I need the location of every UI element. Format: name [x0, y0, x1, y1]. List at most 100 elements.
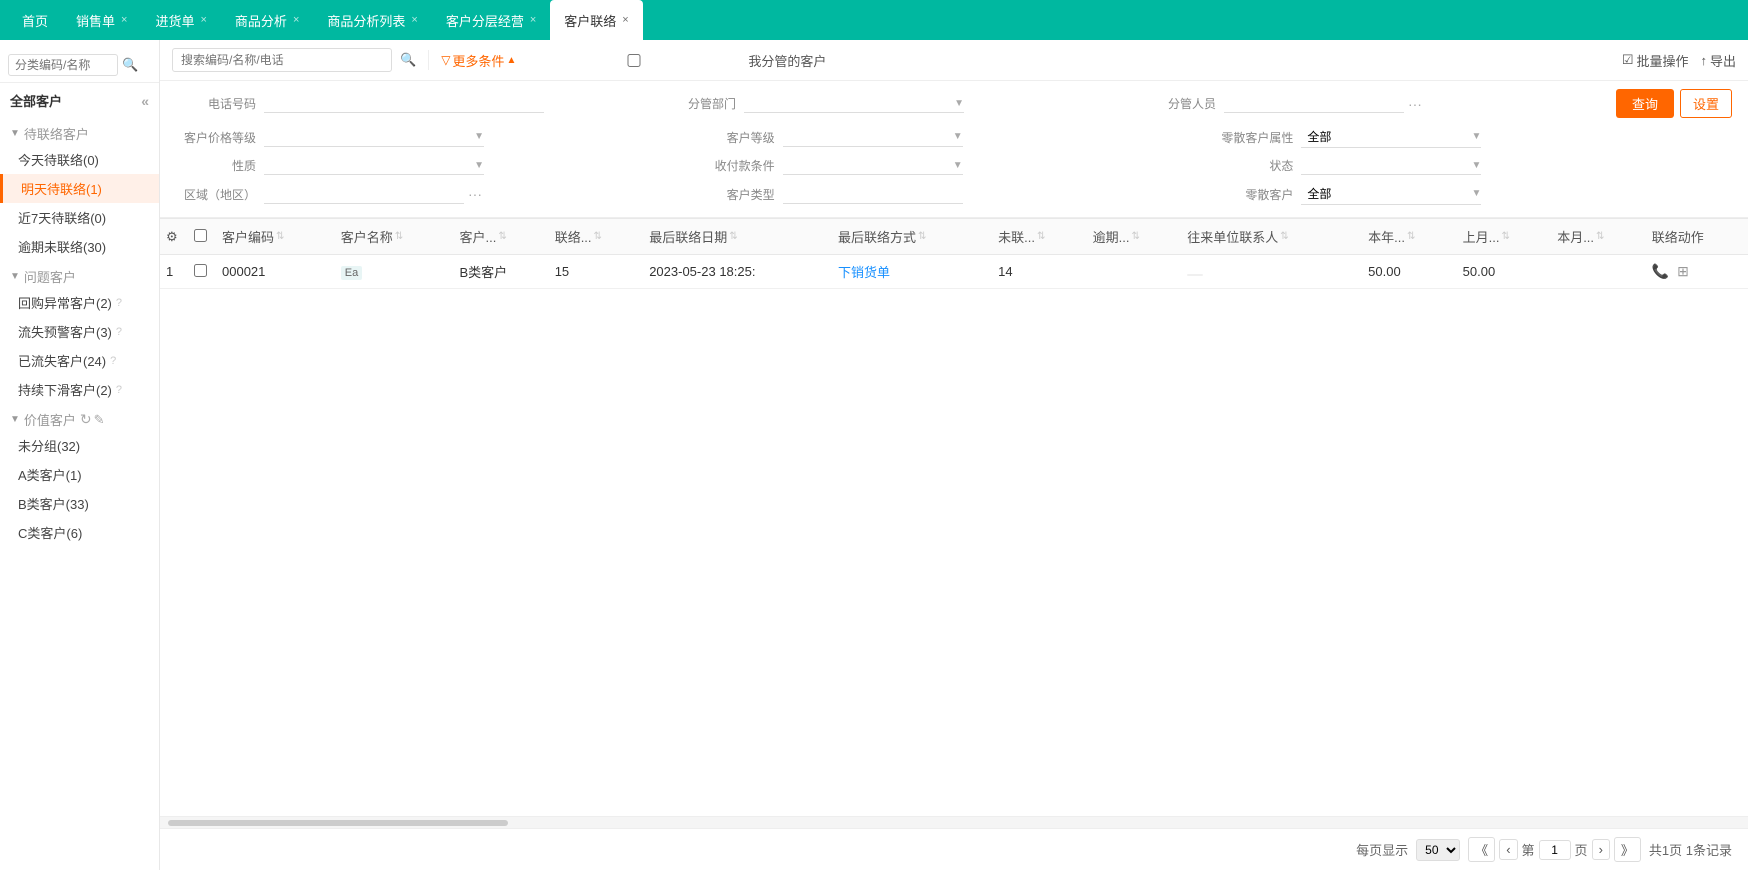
dept-caret-icon[interactable]: ▼ — [954, 98, 964, 109]
sidebar-item-7days[interactable]: 近7天待联络(0) — [0, 203, 159, 232]
filter-cust-type-input[interactable] — [783, 185, 963, 204]
col-settings[interactable]: ⚙ — [160, 219, 188, 255]
filter-cust-level-input[interactable] — [783, 128, 953, 146]
sidebar-collapse-icon[interactable]: « — [141, 93, 149, 109]
current-page-input[interactable] — [1539, 840, 1571, 860]
payment-caret[interactable]: ▼ — [953, 160, 963, 171]
sidebar-item-b-class[interactable]: B类客户(33) — [0, 489, 159, 518]
filter-status-input[interactable] — [1301, 156, 1471, 174]
last-page-btn[interactable]: 》 — [1614, 837, 1641, 862]
nav-item-customer-tier[interactable]: 客户分层经营 × — [432, 0, 550, 40]
sidebar-item-c-class[interactable]: C类客户(6) — [0, 518, 159, 547]
col-code[interactable]: 客户编码⇅ — [216, 219, 335, 255]
nav-item-analysis-list[interactable]: 商品分析列表 × — [313, 0, 431, 40]
cust-level-caret[interactable]: ▼ — [953, 131, 963, 142]
col-partner-contact[interactable]: 往来单位联系人⇅ — [1181, 219, 1362, 255]
nav-item-sales[interactable]: 销售单 × — [62, 0, 141, 40]
action-phone-icon[interactable]: 📞 — [1652, 263, 1669, 280]
sidebar-item-churn-warning[interactable]: 流失预警客户(3) ? — [0, 317, 159, 346]
page-size-select[interactable]: 50 — [1416, 839, 1460, 861]
filter-phone-input[interactable] — [264, 94, 544, 113]
retail-cust-caret[interactable]: ▼ — [1471, 188, 1481, 199]
my-customer-checkbox-area[interactable]: 我分管的客户 — [524, 51, 826, 70]
nav-close-sales[interactable]: × — [121, 14, 127, 26]
filter-price-level-input[interactable] — [264, 128, 474, 146]
batch-op-btn[interactable]: ☑ 批量操作 — [1622, 51, 1689, 70]
nav-close-customer-tier[interactable]: × — [530, 14, 536, 26]
set-button[interactable]: 设置 — [1680, 89, 1732, 118]
sidebar-item-tomorrow[interactable]: 明天待联络(1) — [0, 174, 159, 203]
search-button[interactable]: 🔍 — [400, 52, 416, 68]
help-icon-churn[interactable]: ? — [116, 326, 122, 338]
region-dots-icon[interactable]: ··· — [468, 186, 482, 202]
table-header-row: ⚙ 客户编码⇅ 客户名称⇅ 客户...⇅ 联络...⇅ 最后联络日期⇅ 最后联络… — [160, 219, 1748, 255]
col-unlinked[interactable]: 未联...⇅ — [992, 219, 1087, 255]
filter-payment-input[interactable] — [783, 156, 953, 174]
help-icon-churned[interactable]: ? — [110, 355, 116, 367]
select-all-checkbox[interactable] — [194, 229, 207, 242]
action-grid-icon[interactable]: ⊞ — [1677, 263, 1689, 280]
nav-item-analysis[interactable]: 商品分析 × — [221, 0, 313, 40]
sidebar: 🔍 全部客户 « ▼ 待联络客户 今天待联络(0) 明天待联络(1) 近7天待联… — [0, 40, 160, 870]
my-customer-checkbox[interactable] — [524, 54, 744, 67]
filter-person-label: 分管人员 — [1136, 95, 1216, 112]
col-this-year[interactable]: 本年...⇅ — [1362, 219, 1457, 255]
person-dots-icon[interactable]: ··· — [1408, 96, 1422, 112]
help-icon-repurchase[interactable]: ? — [116, 297, 122, 309]
filter-region-input[interactable] — [264, 185, 464, 204]
sidebar-item-ungrouped[interactable]: 未分组(32) — [0, 431, 159, 460]
prev-page-btn[interactable]: ‹ — [1499, 839, 1517, 860]
export-btn[interactable]: ↑ 导出 — [1700, 51, 1736, 70]
col-contact[interactable]: 联络...⇅ — [549, 219, 644, 255]
sidebar-search-input[interactable] — [8, 54, 118, 76]
col-checkbox[interactable] — [188, 219, 216, 255]
sidebar-search-icon[interactable]: 🔍 — [122, 57, 138, 73]
scroll-bar[interactable] — [168, 820, 508, 826]
sidebar-search-area: 🔍 — [0, 48, 159, 83]
more-filter-btn[interactable]: ▽ 更多条件 ▲ — [441, 51, 516, 70]
filter-dept-label: 分管部门 — [656, 95, 736, 112]
sidebar-item-today[interactable]: 今天待联络(0) — [0, 145, 159, 174]
col-last-method[interactable]: 最后联络方式⇅ — [832, 219, 992, 255]
cell-checkbox[interactable] — [188, 255, 216, 289]
search-input[interactable] — [172, 48, 392, 72]
sidebar-item-churned[interactable]: 已流失客户(24) ? — [0, 346, 159, 375]
value-edit-icon[interactable]: ✎ — [94, 412, 105, 428]
nav-close-customer-contact[interactable]: × — [622, 14, 628, 26]
status-caret[interactable]: ▼ — [1471, 160, 1481, 171]
filter-dept-input[interactable] — [744, 94, 954, 112]
cell-partner-contact — [1181, 255, 1362, 289]
nav-item-customer-contact[interactable]: 客户联络 × — [550, 0, 642, 40]
sidebar-item-repurchase-abnormal[interactable]: 回购异常客户(2) ? — [0, 288, 159, 317]
sidebar-item-a-class[interactable]: A类客户(1) — [0, 460, 159, 489]
price-level-caret[interactable]: ▼ — [474, 131, 484, 142]
col-this-month[interactable]: 本月...⇅ — [1551, 219, 1646, 255]
filter-person-input[interactable] — [1224, 94, 1404, 113]
first-page-btn[interactable]: 《 — [1468, 837, 1495, 862]
next-page-btn[interactable]: › — [1592, 839, 1610, 860]
col-overdue[interactable]: 逾期...⇅ — [1087, 219, 1182, 255]
sidebar-item-overdue[interactable]: 逾期未联络(30) — [0, 232, 159, 261]
col-last-month[interactable]: 上月...⇅ — [1457, 219, 1552, 255]
partner-tag — [1187, 274, 1203, 276]
row-checkbox[interactable] — [194, 264, 207, 277]
sidebar-item-declining[interactable]: 持续下滑客户(2) ? — [0, 375, 159, 404]
nav-close-analysis[interactable]: × — [293, 14, 299, 26]
col-last-date[interactable]: 最后联络日期⇅ — [643, 219, 832, 255]
gender-caret[interactable]: ▼ — [474, 160, 484, 171]
filter-gender-input[interactable] — [264, 156, 474, 174]
query-button[interactable]: 查询 — [1616, 89, 1674, 118]
sidebar-problem-section: ▼ 问题客户 — [0, 261, 159, 288]
nav-home[interactable]: 首页 — [8, 0, 62, 40]
nav-item-purchase[interactable]: 进货单 × — [141, 0, 220, 40]
cell-last-method[interactable]: 下销货单 — [832, 255, 992, 289]
help-icon-declining[interactable]: ? — [116, 384, 122, 396]
value-refresh-icon[interactable]: ↻ — [80, 411, 92, 428]
col-cust-type[interactable]: 客户...⇅ — [453, 219, 548, 255]
last-method-link[interactable]: 下销货单 — [838, 265, 890, 280]
sidebar-all-customers[interactable]: 全部客户 « — [0, 83, 159, 118]
retail-attr-caret[interactable]: ▼ — [1471, 131, 1481, 142]
col-name[interactable]: 客户名称⇅ — [335, 219, 454, 255]
nav-close-purchase[interactable]: × — [200, 14, 206, 26]
nav-close-analysis-list[interactable]: × — [411, 14, 417, 26]
